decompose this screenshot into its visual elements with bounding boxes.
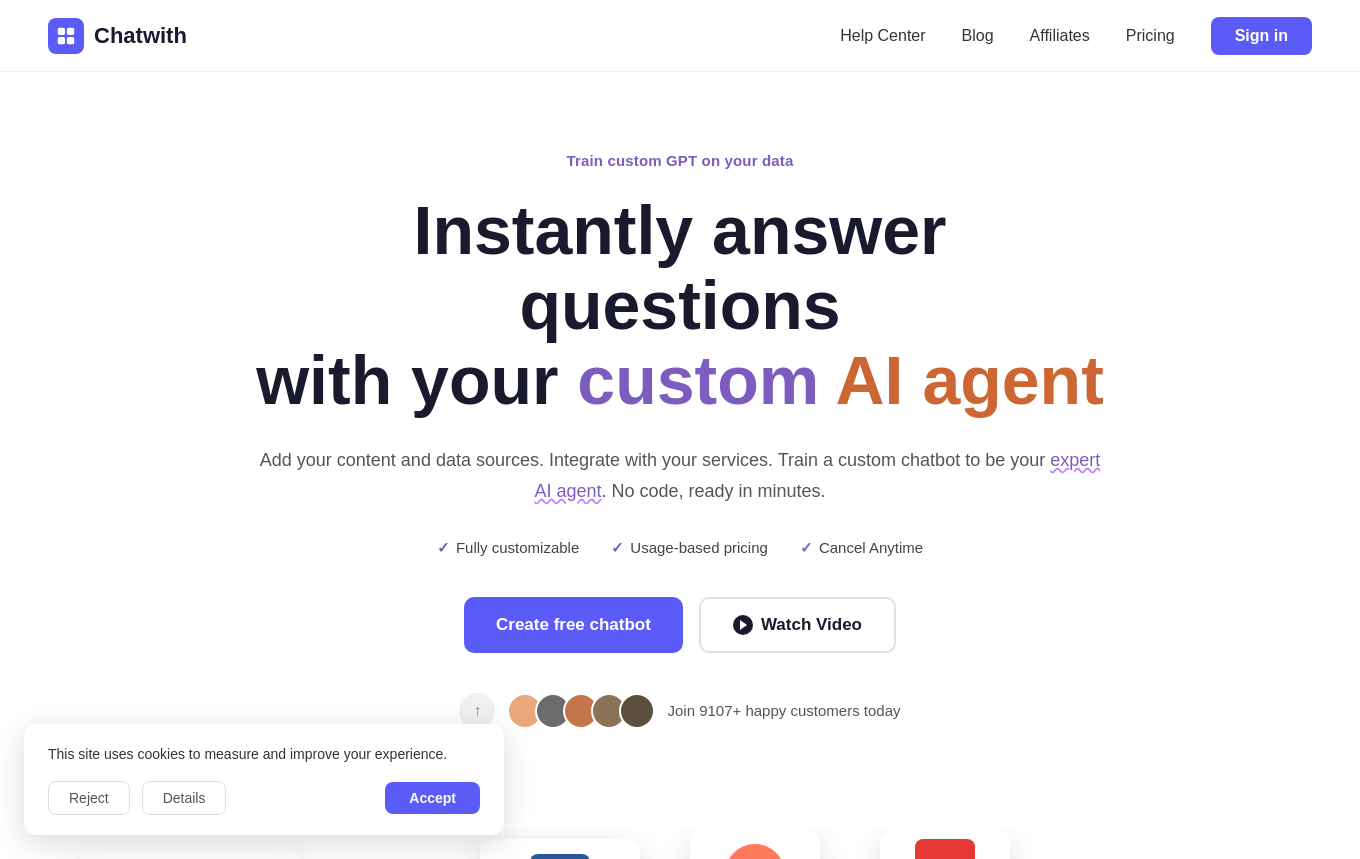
feature-item-3: ✓ Cancel Anytime bbox=[800, 539, 923, 557]
sign-in-button[interactable]: Sign in bbox=[1211, 17, 1312, 55]
nav-help-center[interactable]: Help Center bbox=[840, 27, 925, 45]
cta-buttons: Create free chatbot Watch Video bbox=[254, 597, 1106, 653]
hubspot-card bbox=[690, 829, 820, 859]
hero-title-custom: custom bbox=[577, 342, 819, 418]
hero-title-prefix: with your bbox=[256, 342, 577, 418]
watch-video-label: Watch Video bbox=[761, 615, 862, 635]
hubspot-logo bbox=[725, 844, 785, 859]
svg-rect-2 bbox=[58, 36, 65, 43]
nav-affiliates[interactable]: Affiliates bbox=[1030, 27, 1090, 45]
hero-subtitle: Add your content and data sources. Integ… bbox=[254, 445, 1106, 506]
svg-point-4 bbox=[737, 856, 773, 859]
play-icon bbox=[733, 615, 753, 635]
cookie-reject-button[interactable]: Reject bbox=[48, 781, 130, 815]
brand-name: Chatwith bbox=[94, 23, 187, 49]
nav-pricing[interactable]: Pricing bbox=[1126, 27, 1175, 45]
cookie-buttons: Reject Details Accept bbox=[48, 781, 480, 815]
word-card: W bbox=[480, 839, 640, 859]
check-icon-3: ✓ bbox=[800, 539, 813, 557]
main-ui-card: customize your chatbot to match your bbox=[80, 849, 300, 859]
nav-blog[interactable]: Blog bbox=[962, 27, 994, 45]
check-icon-2: ✓ bbox=[611, 539, 624, 557]
hero-tagline: Train custom GPT on your data bbox=[254, 152, 1106, 169]
svg-rect-0 bbox=[58, 27, 65, 34]
hero-title-agent: agent bbox=[922, 342, 1103, 418]
feature-label-1: Fully customizable bbox=[456, 539, 579, 556]
cookie-banner: This site uses cookies to measure and im… bbox=[24, 724, 504, 835]
hero-title-ai: AI bbox=[836, 342, 904, 418]
pdf-card: PDF bbox=[880, 829, 1010, 859]
avatar-5 bbox=[619, 693, 655, 729]
svg-rect-1 bbox=[67, 27, 74, 34]
subtitle-part2: . No code, ready in minutes. bbox=[601, 481, 825, 501]
feature-label-2: Usage-based pricing bbox=[630, 539, 768, 556]
hero-section: Train custom GPT on your data Instantly … bbox=[230, 72, 1130, 829]
cookie-details-button[interactable]: Details bbox=[142, 781, 227, 815]
navbar: Chatwith Help Center Blog Affiliates Pri… bbox=[0, 0, 1360, 72]
svg-rect-3 bbox=[67, 36, 74, 43]
feature-item-2: ✓ Usage-based pricing bbox=[611, 539, 768, 557]
logo-icon bbox=[48, 18, 84, 54]
hero-title: Instantly answer questions with your cus… bbox=[254, 193, 1106, 417]
nav-links: Help Center Blog Affiliates Pricing Sign… bbox=[840, 17, 1312, 55]
create-chatbot-button[interactable]: Create free chatbot bbox=[464, 597, 683, 653]
feature-item-1: ✓ Fully customizable bbox=[437, 539, 579, 557]
hero-title-line1: Instantly answer questions bbox=[414, 192, 947, 343]
cookie-accept-button[interactable]: Accept bbox=[385, 782, 480, 814]
cookie-message: This site uses cookies to measure and im… bbox=[48, 744, 480, 765]
check-icon-1: ✓ bbox=[437, 539, 450, 557]
social-proof-text: Join 9107+ happy customers today bbox=[667, 702, 900, 719]
hero-features: ✓ Fully customizable ✓ Usage-based prici… bbox=[254, 539, 1106, 557]
watch-video-button[interactable]: Watch Video bbox=[699, 597, 896, 653]
feature-label-3: Cancel Anytime bbox=[819, 539, 923, 556]
logo-svg bbox=[55, 25, 77, 47]
pdf-logo: PDF bbox=[915, 839, 975, 859]
avatar-group bbox=[507, 693, 655, 729]
hubspot-svg bbox=[737, 856, 773, 859]
subtitle-part1: Add your content and data sources. Integ… bbox=[260, 450, 1050, 470]
logo-link[interactable]: Chatwith bbox=[48, 18, 187, 54]
word-logo: W bbox=[530, 854, 590, 859]
